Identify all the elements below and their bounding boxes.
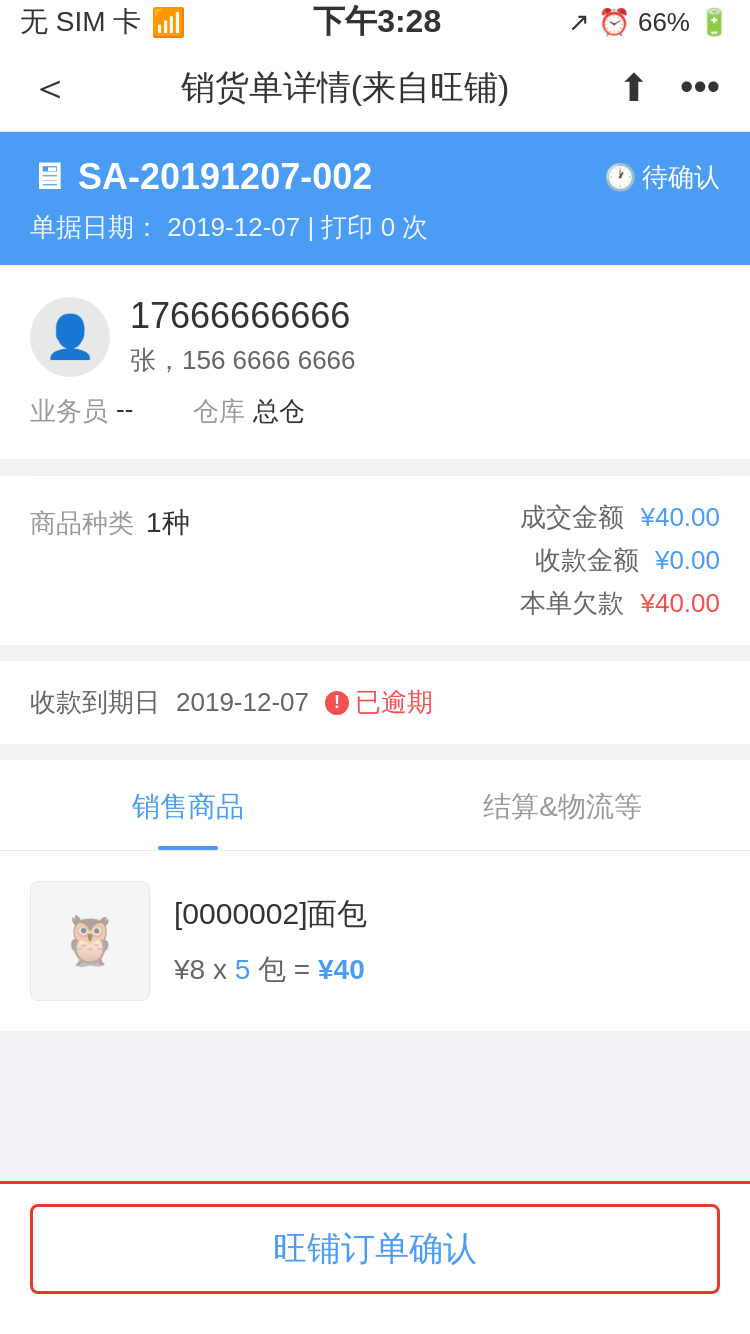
product-image: 🦉 [30,881,150,1001]
wifi-icon: 📶 [151,6,186,39]
tabs-container: 销售商品 结算&物流等 [0,760,750,851]
customer-card: 👤 17666666666 张，156 6666 6666 业务员 -- 仓库 … [0,265,750,459]
warehouse-label: 仓库 [193,394,245,429]
overdue-icon: ! [325,691,349,715]
product-image-icon: 🦉 [60,913,120,969]
status-time: 下午3:28 [313,0,441,44]
amount-value: ¥40.00 [640,502,720,533]
nav-actions: ⬆ ••• [600,66,720,110]
price-per-unit: ¥8 [174,954,205,985]
product-price: ¥8 x 5 包 = ¥40 [174,951,720,989]
product-item: 🦉 [0000002]面包 ¥8 x 5 包 = ¥40 [0,851,750,1031]
overdue-badge: ! 已逾期 [325,685,433,720]
debt-value: ¥40.00 [640,588,720,619]
debt-row: 本单欠款 ¥40.00 [520,586,720,621]
tab-settlement[interactable]: 结算&物流等 [375,760,750,850]
amount-row: 成交金额 ¥40.00 [520,500,720,535]
product-type-value: 1种 [146,504,190,542]
tab-sales[interactable]: 销售商品 [0,760,375,850]
warehouse-value: 总仓 [253,394,305,429]
due-date-value: 2019-12-07 [176,687,309,718]
bottom-button-wrap: 旺铺订单确认 [0,1181,750,1334]
nav-bar: ＜ 销货单详情(来自旺铺) ⬆ ••• [0,44,750,132]
due-date-card: 收款到期日 2019-12-07 ! 已逾期 [0,661,750,744]
status-bar: 无 SIM 卡 📶 下午3:28 ↗ ⏰ 66% 🔋 [0,0,750,44]
product-name: [0000002]面包 [174,894,720,935]
product-total: ¥40 [318,954,365,985]
alarm-icon: ⏰ [598,7,630,38]
order-header-card: 🖥 SA-20191207-002 🕐 待确认 单据日期： 2019-12-07… [0,132,750,265]
amount-info: 成交金额 ¥40.00 收款金额 ¥0.00 本单欠款 ¥40.00 [520,500,720,621]
product-info: [0000002]面包 ¥8 x 5 包 = ¥40 [174,894,720,989]
product-type-label: 商品种类 [30,506,134,541]
sales-meta: 业务员 -- [30,394,133,429]
due-date-label: 收款到期日 [30,685,160,720]
customer-phone: 17666666666 [130,295,356,337]
order-date: 单据日期： 2019-12-07 | 打印 0 次 [30,210,720,245]
person-icon: 👤 [44,312,96,361]
debt-label: 本单欠款 [520,586,624,621]
back-button[interactable]: ＜ [30,60,90,115]
product-section: 🦉 [0000002]面包 ¥8 x 5 包 = ¥40 [0,851,750,1031]
status-right: ↗ ⏰ 66% 🔋 [568,7,730,38]
summary-card: 商品种类 1种 成交金额 ¥40.00 收款金额 ¥0.00 本单欠款 ¥40.… [0,476,750,645]
confirm-button[interactable]: 旺铺订单确认 [30,1204,720,1294]
overdue-text: 已逾期 [355,685,433,720]
status-left: 无 SIM 卡 📶 [20,3,186,41]
product-type-info: 商品种类 1种 [30,504,190,542]
order-icon: 🖥 [30,156,66,198]
avatar: 👤 [30,297,110,377]
received-value: ¥0.00 [655,545,720,576]
sim-text: 无 SIM 卡 [20,3,141,41]
order-id: 🖥 SA-20191207-002 [30,156,372,198]
warehouse-meta: 仓库 总仓 [193,394,305,429]
more-icon[interactable]: ••• [680,66,720,109]
page-title: 销货单详情(来自旺铺) [90,65,600,111]
clock-icon: 🕐 [604,162,636,193]
received-label: 收款金额 [535,543,639,578]
customer-name: 张，156 6666 6666 [130,343,356,378]
tabs: 销售商品 结算&物流等 [0,760,750,851]
share-icon[interactable]: ⬆ [618,66,650,110]
received-row: 收款金额 ¥0.00 [535,543,720,578]
customer-meta: 业务员 -- 仓库 总仓 [30,394,720,429]
order-status: 🕐 待确认 [604,160,720,195]
battery-icon: 🔋 [698,7,730,38]
sales-label: 业务员 [30,394,108,429]
location-icon: ↗ [568,7,590,38]
product-qty: 5 [235,954,251,985]
sales-value: -- [116,394,133,429]
battery-text: 66% [638,7,690,38]
amount-label: 成交金额 [520,500,624,535]
